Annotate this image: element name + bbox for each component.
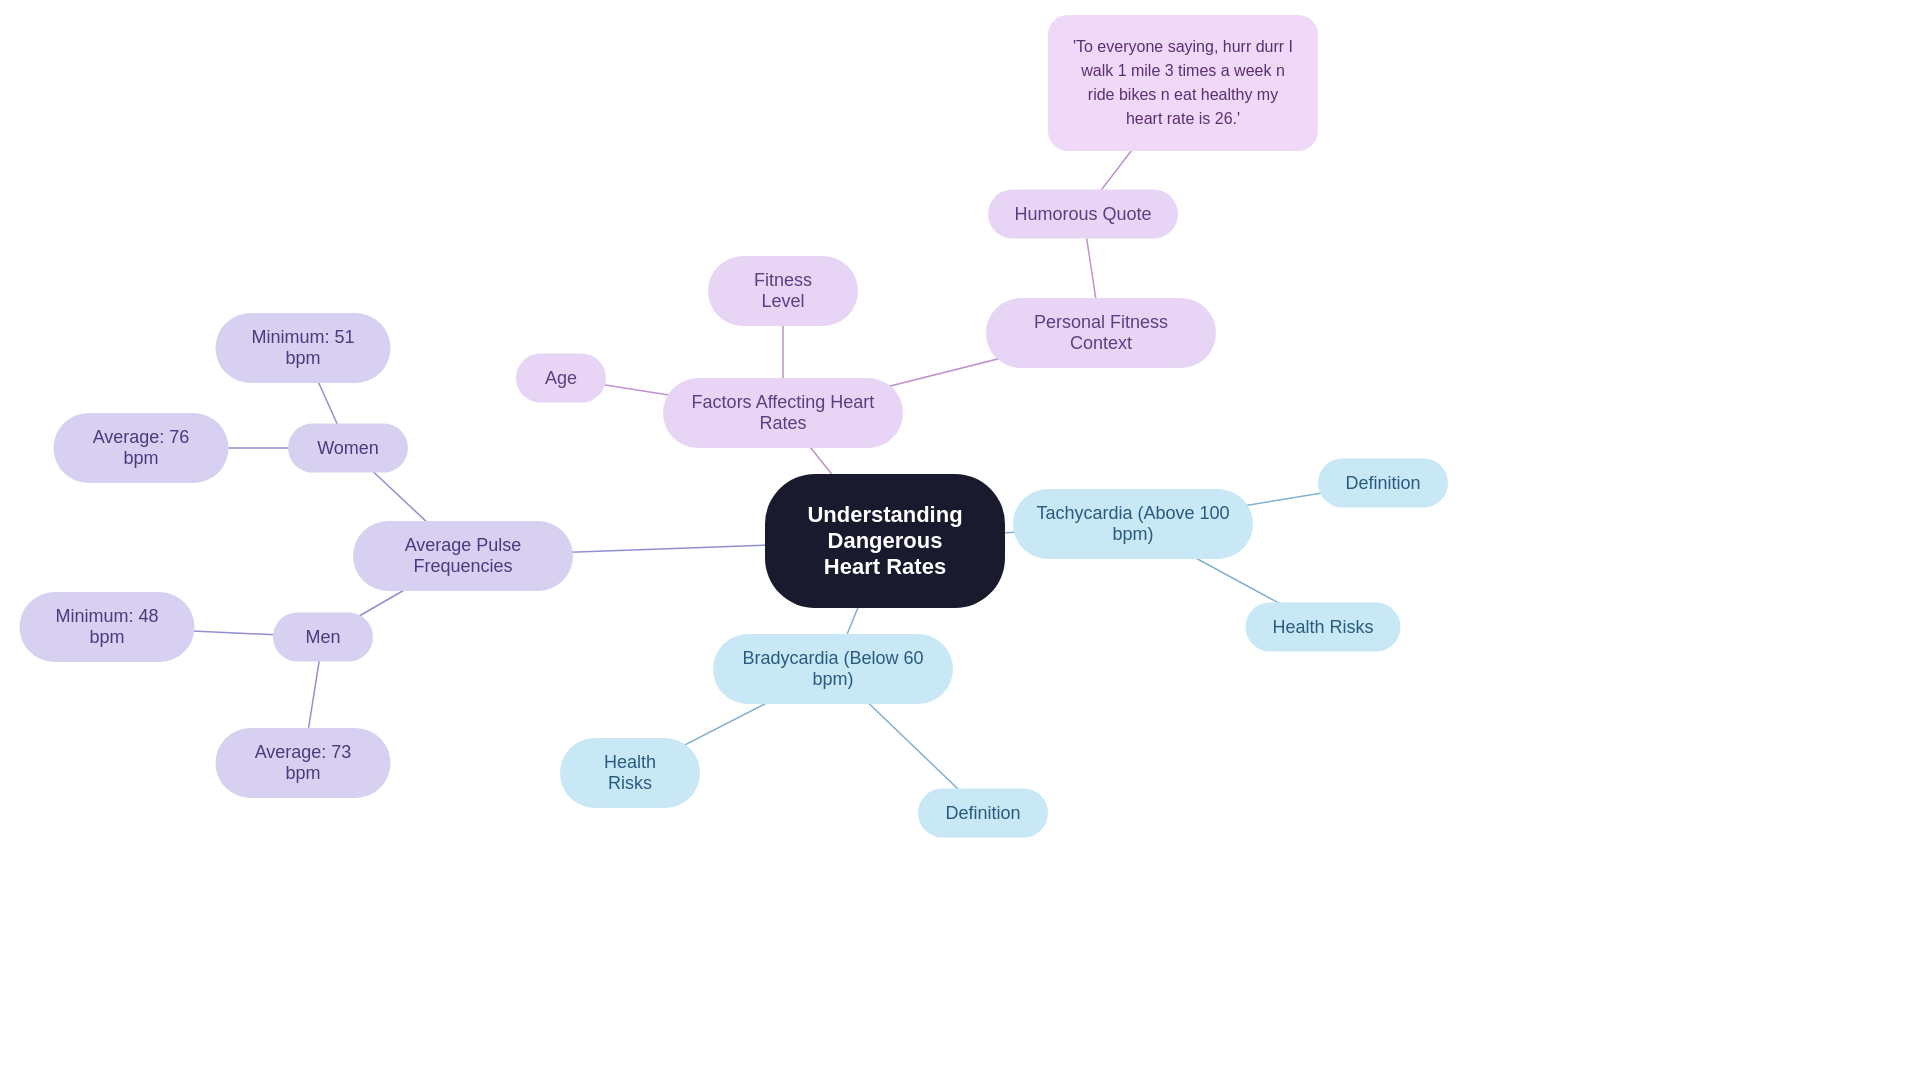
node-tachycardia[interactable]: Tachycardia (Above 100 bpm) <box>1013 489 1253 559</box>
node-womenAvg[interactable]: Average: 76 bpm <box>54 413 229 483</box>
node-bradyHealth[interactable]: Health Risks <box>560 738 700 808</box>
node-avgPulse[interactable]: Average Pulse Frequencies <box>353 521 573 591</box>
node-women[interactable]: Women <box>288 424 408 473</box>
node-age[interactable]: Age <box>516 354 606 403</box>
node-menMin[interactable]: Minimum: 48 bpm <box>20 592 195 662</box>
node-factors[interactable]: Factors Affecting Heart Rates <box>663 378 903 448</box>
node-womenMin[interactable]: Minimum: 51 bpm <box>216 313 391 383</box>
node-center[interactable]: Understanding Dangerous Heart Rates <box>765 474 1005 608</box>
node-bradyDef[interactable]: Definition <box>918 789 1048 838</box>
node-humorousQuote[interactable]: Humorous Quote <box>988 190 1178 239</box>
mindmap-container: Understanding Dangerous Heart Rates Avera… <box>0 0 1920 1083</box>
node-menAvg[interactable]: Average: 73 bpm <box>216 728 391 798</box>
node-tachHealth[interactable]: Health Risks <box>1246 603 1401 652</box>
node-fitnessLevel[interactable]: Fitness Level <box>708 256 858 326</box>
node-personalFitness[interactable]: Personal Fitness Context <box>986 298 1216 368</box>
node-men[interactable]: Men <box>273 613 373 662</box>
node-quoteText[interactable]: 'To everyone saying, hurr durr I walk 1 … <box>1048 15 1318 151</box>
node-bradycardia[interactable]: Bradycardia (Below 60 bpm) <box>713 634 953 704</box>
node-tachDef[interactable]: Definition <box>1318 459 1448 508</box>
